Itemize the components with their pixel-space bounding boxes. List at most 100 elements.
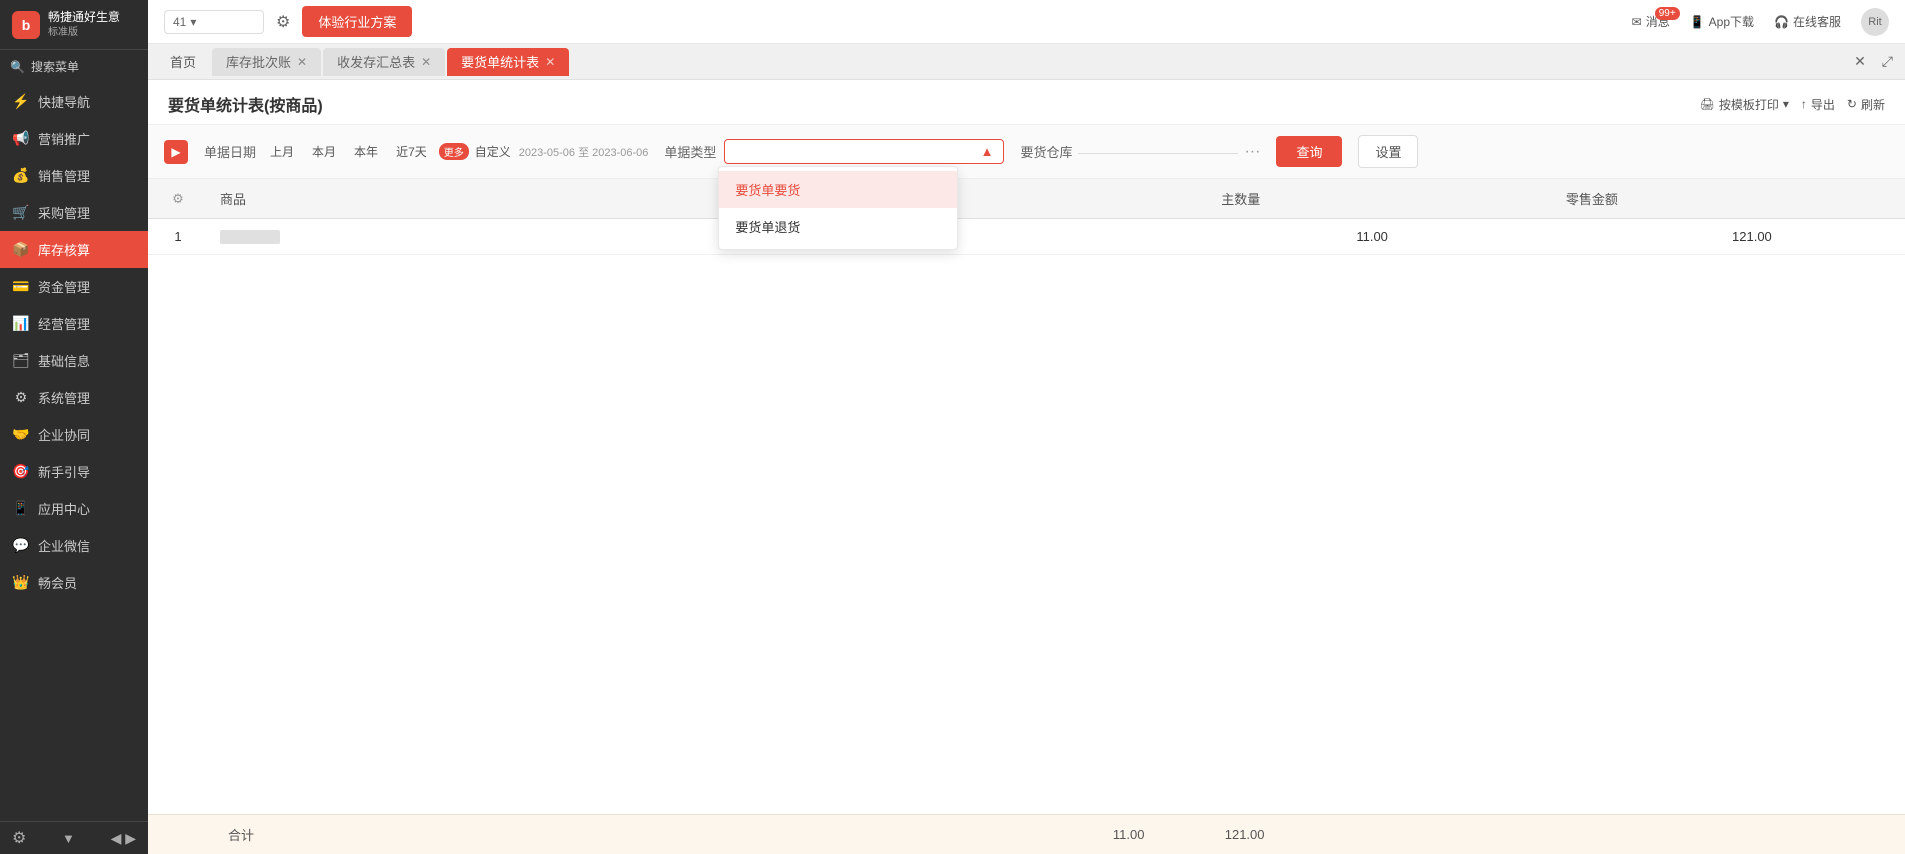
- sidebar-nav: ⚡ 快捷导航 📢 营销推广 💰 销售管理 🛒 采购管理 📦 库存核算 💳 资金管…: [0, 83, 148, 821]
- date-more-badge[interactable]: 更多: [439, 143, 469, 160]
- filter-date-group: 单据日期 上月 本月 本年 近7天 更多 自定义 2023-05-06 至 20…: [204, 141, 648, 162]
- tab-home[interactable]: 首页: [156, 48, 210, 76]
- sidebar-search[interactable]: 🔍 搜索菜单: [0, 50, 148, 83]
- user-avatar-btn[interactable]: Rit: [1861, 8, 1889, 36]
- query-btn[interactable]: 查询: [1276, 136, 1342, 167]
- tab-close-batch-account[interactable]: ✕: [297, 55, 307, 69]
- col-qty: 主数量: [1082, 179, 1400, 219]
- user-name: Rit: [1868, 16, 1881, 28]
- tab-expand-btn[interactable]: ⤢: [1878, 51, 1897, 72]
- sidebar-item-finance[interactable]: 💳 资金管理: [0, 268, 148, 305]
- type-select-arrow-up[interactable]: ▲: [981, 144, 994, 159]
- sidebar-item-system[interactable]: ⚙ 系统管理: [0, 379, 148, 416]
- cell-amount: 121.00: [1400, 219, 1784, 255]
- table-footer: 合计 11.00 121.00: [148, 814, 1905, 854]
- topbar-settings-icon[interactable]: ⚙: [276, 12, 290, 32]
- app-download-btn[interactable]: 📱 App下载: [1690, 13, 1754, 30]
- refresh-label: 刷新: [1861, 96, 1885, 113]
- dropdown-item-return[interactable]: 要货单退货: [719, 208, 957, 245]
- tab-batch-account[interactable]: 库存批次账 ✕: [212, 48, 321, 76]
- warehouse-label: 要货仓库: [1020, 142, 1072, 161]
- table-row: 1 块 11.00 121.00: [148, 219, 1905, 255]
- sidebar-item-label: 企业微信: [38, 536, 90, 555]
- sidebar-item-quick-nav[interactable]: ⚡ 快捷导航: [0, 83, 148, 120]
- app-sub: 标准版: [48, 26, 120, 39]
- logo-icon: b: [12, 11, 40, 39]
- filter-more-btn[interactable]: ···: [1244, 143, 1260, 161]
- sidebar-item-operations[interactable]: 📊 经营管理: [0, 305, 148, 342]
- sidebar-item-sales[interactable]: 💰 销售管理: [0, 157, 148, 194]
- date-custom[interactable]: 自定义: [475, 143, 511, 160]
- sidebar-item-base[interactable]: 🗂 基础信息: [0, 342, 148, 379]
- sidebar-item-label: 销售管理: [38, 166, 90, 185]
- sidebar-item-label: 畅会员: [38, 573, 77, 592]
- date-range-text: 2023-05-06 至 2023-06-06: [519, 144, 649, 160]
- purchase-icon: 🛒: [12, 204, 30, 221]
- home-tab-label: 首页: [170, 52, 196, 71]
- date-shortcut-this-month[interactable]: 本月: [306, 141, 342, 162]
- online-service-label: 在线客服: [1793, 13, 1841, 30]
- sidebar-item-vip[interactable]: 👑 畅会员: [0, 564, 148, 601]
- sidebar-collapse-btn[interactable]: ◀ ▶: [111, 830, 136, 847]
- messages-btn[interactable]: ✉ 消息 99+: [1632, 13, 1670, 30]
- table-header-row: ⚙ 商品 主计量单位 主数量 零售金额: [148, 179, 1905, 219]
- sidebar-item-app-center[interactable]: 📱 应用中心: [0, 490, 148, 527]
- app-logo: b 畅捷通好生意 标准版: [0, 0, 148, 50]
- sidebar-item-marketing[interactable]: 📢 营销推广: [0, 120, 148, 157]
- sidebar-item-inventory[interactable]: 📦 库存核算: [0, 231, 148, 268]
- sidebar-item-label: 企业协同: [38, 425, 90, 444]
- tab-close-all-btn[interactable]: ✕: [1850, 51, 1870, 72]
- col-extra: [1784, 179, 1905, 219]
- filter-settings-btn[interactable]: 设置: [1358, 135, 1418, 168]
- sidebar-scroll-down[interactable]: ▼: [62, 831, 75, 846]
- sidebar-item-enterprise[interactable]: 🤝 企业协同: [0, 416, 148, 453]
- tenant-dropdown[interactable]: 41 ▾: [164, 10, 264, 34]
- sales-icon: 💰: [12, 167, 30, 184]
- tab-close-order-stats[interactable]: ✕: [545, 55, 555, 69]
- quick-nav-icon: ⚡: [12, 93, 30, 110]
- print-btn[interactable]: 🖨 按模板打印 ▾: [1700, 96, 1789, 113]
- sidebar-item-label: 应用中心: [38, 499, 90, 518]
- data-table: ⚙ 商品 主计量单位 主数量 零售金额 1: [148, 179, 1905, 255]
- table-settings-icon[interactable]: ⚙: [172, 191, 184, 206]
- date-shortcut-7days[interactable]: 近7天: [390, 141, 433, 162]
- print-dropdown-arrow[interactable]: ▾: [1783, 97, 1789, 111]
- tab-receive-summary[interactable]: 收发存汇总表 ✕: [323, 48, 445, 76]
- app-download-label: App下载: [1709, 13, 1754, 30]
- dropdown-item-order[interactable]: 要货单要货: [719, 171, 957, 208]
- sidebar-item-wechat[interactable]: 💬 企业微信: [0, 527, 148, 564]
- warehouse-value[interactable]: [1078, 149, 1238, 154]
- sidebar-item-label: 基础信息: [38, 351, 90, 370]
- cell-seq: 1: [148, 219, 208, 255]
- sidebar-item-purchase[interactable]: 🛒 采购管理: [0, 194, 148, 231]
- footer-amount: 121.00: [1157, 827, 1277, 842]
- trial-btn[interactable]: 体验行业方案: [302, 6, 412, 37]
- order-stats-label: 要货单统计表: [461, 52, 539, 71]
- tab-close-receive-summary[interactable]: ✕: [421, 55, 431, 69]
- cell-qty: 11.00: [1082, 219, 1400, 255]
- tab-order-stats[interactable]: 要货单统计表 ✕: [447, 48, 569, 76]
- export-btn[interactable]: ↑ 导出: [1801, 96, 1835, 113]
- phone-icon: 📱: [1690, 15, 1705, 29]
- cell-product: [208, 219, 632, 255]
- type-select[interactable]: ▲: [724, 139, 1004, 164]
- refresh-icon: ↻: [1847, 97, 1857, 111]
- sidebar-item-guide[interactable]: 🎯 新手引导: [0, 453, 148, 490]
- avatar: Rit: [1861, 8, 1889, 36]
- sidebar-item-label: 经营管理: [38, 314, 90, 333]
- date-shortcut-prev-month[interactable]: 上月: [264, 141, 300, 162]
- guide-icon: 🎯: [12, 463, 30, 480]
- online-service-btn[interactable]: 🎧 在线客服: [1774, 13, 1841, 30]
- headset-icon: 🎧: [1774, 15, 1789, 29]
- content-area: 要货单统计表(按商品) 🖨 按模板打印 ▾ ↑ 导出 ↻ 刷新 ▶: [148, 80, 1905, 854]
- date-shortcut-this-year[interactable]: 本年: [348, 141, 384, 162]
- filter-expand-btn[interactable]: ▶: [164, 140, 188, 164]
- sidebar-bottom: ⚙ ▼ ◀ ▶: [0, 821, 148, 854]
- sidebar-settings-btn[interactable]: ⚙: [12, 828, 26, 848]
- print-icon: 🖨: [1700, 97, 1715, 111]
- date-label: 单据日期: [204, 142, 256, 161]
- type-dropdown-menu: 要货单要货 要货单退货: [718, 166, 958, 250]
- refresh-btn[interactable]: ↻ 刷新: [1847, 96, 1885, 113]
- type-select-input[interactable]: [735, 144, 980, 159]
- topbar: 41 ▾ ⚙ 体验行业方案 ✉ 消息 99+ 📱 App下载 🎧 在线客服 Ri…: [148, 0, 1905, 44]
